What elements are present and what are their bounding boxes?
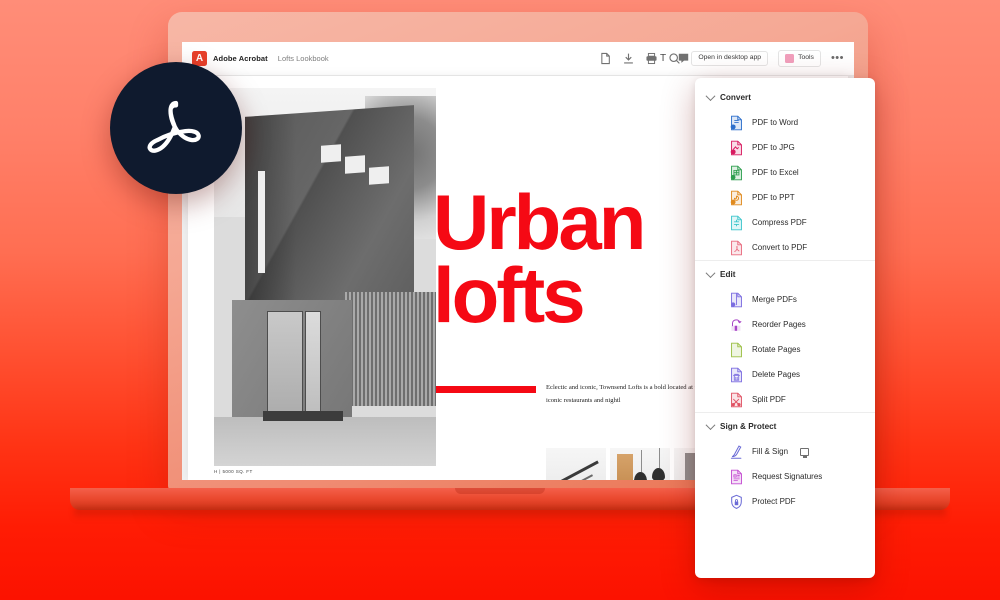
tools-section-convert: Convert PDF to Word PDF to JPG PDF to Excel… <box>695 84 875 260</box>
split-pdf-icon <box>729 392 744 408</box>
pdf-to-ppt-icon <box>729 190 744 206</box>
tools-item-pdf-to-jpg[interactable]: PDF to JPG <box>695 135 875 160</box>
tools-item-label: PDF to Excel <box>752 168 799 177</box>
request-signatures-icon <box>729 469 744 485</box>
reorder-pages-icon <box>729 317 744 333</box>
headline-line-1: Urban <box>433 186 643 259</box>
tools-item-label: PDF to PPT <box>752 193 795 202</box>
document-title: Lofts Lookbook <box>278 54 329 63</box>
tools-item-label: Rotate Pages <box>752 345 800 354</box>
print-icon[interactable] <box>645 52 658 65</box>
tools-section-header[interactable]: Convert <box>695 84 875 110</box>
compress-pdf-icon <box>729 215 744 231</box>
tools-item-label: Fill & Sign <box>752 447 788 456</box>
thumb-kitchen <box>610 448 670 480</box>
tools-item-merge-pdfs[interactable]: Merge PDFs <box>695 287 875 312</box>
search-icon[interactable] <box>668 52 681 65</box>
pdf-to-jpg-icon <box>729 140 744 156</box>
tools-item-convert-to-pdf[interactable]: Convert to PDF <box>695 235 875 260</box>
tools-item-label: Convert to PDF <box>752 243 807 252</box>
acrobat-toolbar: A Adobe Acrobat Lofts Lookbook T <box>182 42 854 76</box>
tools-section-header[interactable]: Sign & Protect <box>695 413 875 439</box>
tools-item-pdf-to-excel[interactable]: PDF to Excel <box>695 160 875 185</box>
chevron-down-icon <box>706 268 716 278</box>
tools-item-label: Reorder Pages <box>752 320 806 329</box>
protect-pdf-icon <box>729 494 744 510</box>
thumb-staircase <box>546 448 606 480</box>
tools-section-sign-protect: Sign & Protect Fill & Sign Request Signatu… <box>695 412 875 514</box>
laptop-base-notch <box>455 488 545 494</box>
tools-section-title: Edit <box>720 270 735 279</box>
tools-section-edit: Edit Merge PDFs Reorder Pages Rotate Pages D… <box>695 260 875 412</box>
desktop-badge-icon <box>800 448 809 456</box>
tools-item-label: Merge PDFs <box>752 295 797 304</box>
tools-item-protect-pdf[interactable]: Protect PDF <box>695 489 875 514</box>
hero-photo <box>214 88 436 466</box>
tools-item-reorder-pages[interactable]: Reorder Pages <box>695 312 875 337</box>
tools-item-label: PDF to JPG <box>752 143 795 152</box>
fill-and-sign-icon <box>729 444 744 460</box>
tools-item-pdf-to-word[interactable]: PDF to Word <box>695 110 875 135</box>
tools-item-request-signatures[interactable]: Request Signatures <box>695 464 875 489</box>
chevron-down-icon <box>706 420 716 430</box>
headline-line-2: lofts <box>433 259 643 332</box>
tools-section-header[interactable]: Edit <box>695 261 875 287</box>
tools-button-label: Tools <box>798 55 814 62</box>
headline-rule <box>436 386 536 393</box>
tools-item-delete-pages[interactable]: Delete Pages <box>695 362 875 387</box>
tools-item-label: Compress PDF <box>752 218 807 227</box>
brand-name: Adobe Acrobat <box>213 54 268 63</box>
merge-pdfs-icon <box>729 292 744 308</box>
tools-item-fill-sign[interactable]: Fill & Sign <box>695 439 875 464</box>
overflow-menu-button[interactable]: ••• <box>831 53 844 64</box>
brand: A Adobe Acrobat <box>192 51 268 66</box>
share-icon[interactable] <box>599 52 612 65</box>
tools-icon <box>785 54 794 63</box>
convert-to-pdf-icon <box>729 240 744 256</box>
page-headline: Urban lofts <box>433 186 643 331</box>
delete-pages-icon <box>729 367 744 383</box>
acrobat-logo-badge <box>110 62 242 194</box>
tools-button[interactable]: Tools <box>778 50 821 67</box>
tools-panel[interactable]: Convert PDF to Word PDF to JPG PDF to Excel… <box>695 78 875 578</box>
pdf-to-excel-icon <box>729 165 744 181</box>
tools-item-label: PDF to Word <box>752 118 798 127</box>
acrobat-a-icon <box>137 89 215 167</box>
tools-section-title: Sign & Protect <box>720 422 776 431</box>
download-icon[interactable] <box>622 52 635 65</box>
tools-item-label: Split PDF <box>752 395 786 404</box>
tools-item-label: Request Signatures <box>752 472 822 481</box>
tools-item-rotate-pages[interactable]: Rotate Pages <box>695 337 875 362</box>
photo-caption: H | 5000 SQ. FT <box>214 469 253 474</box>
pdf-to-word-icon <box>729 115 744 131</box>
tools-item-split-pdf[interactable]: Split PDF <box>695 387 875 412</box>
open-in-desktop-app-button[interactable]: Open in desktop app <box>691 51 768 66</box>
tools-item-pdf-to-ppt[interactable]: PDF to PPT <box>695 185 875 210</box>
tools-item-label: Protect PDF <box>752 497 796 506</box>
tools-item-label: Delete Pages <box>752 370 800 379</box>
tools-section-title: Convert <box>720 93 751 102</box>
rotate-pages-icon <box>729 342 744 358</box>
tools-item-compress-pdf[interactable]: Compress PDF <box>695 210 875 235</box>
toolbar-right-group: Open in desktop app Tools ••• <box>599 50 844 67</box>
chevron-down-icon <box>706 91 716 101</box>
